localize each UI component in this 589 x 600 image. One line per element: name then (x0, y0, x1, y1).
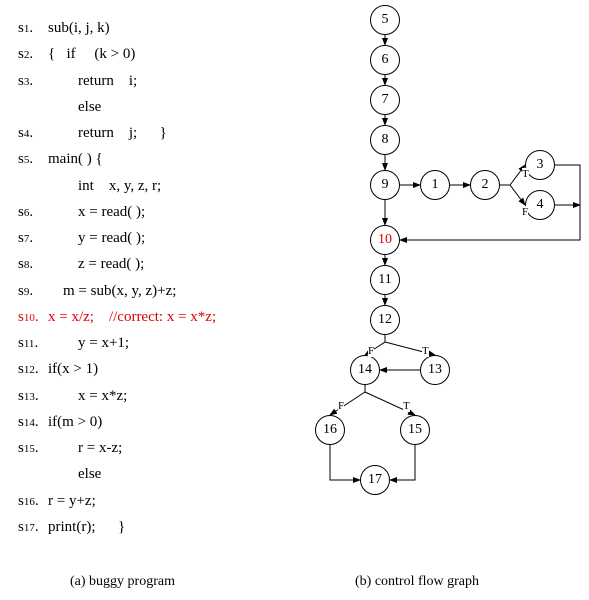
code-line: s14.if(m > 0) (18, 412, 260, 432)
code-line: else (18, 464, 260, 484)
code-text: if(m > 0) (48, 412, 102, 432)
code-line: s3. return i; (18, 71, 260, 91)
code-listing: s1.sub(i, j, k)s2.{ if (k > 0)s3. return… (18, 18, 260, 537)
graph-node-11: 11 (370, 265, 400, 295)
line-number: s14. (18, 412, 48, 432)
graph-node-14: 14 (350, 355, 380, 385)
code-line: s10.x = x/z; //correct: x = x*z; (18, 307, 260, 327)
graph-node-17: 17 (360, 465, 390, 495)
code-line: int x, y, z, r; (18, 176, 260, 196)
code-line: s8. z = read( ); (18, 254, 260, 274)
code-text: return i; (48, 71, 137, 91)
code-text: x = read( ); (48, 202, 145, 222)
code-line: s12.if(x > 1) (18, 359, 260, 379)
code-text: r = x-z; (48, 438, 122, 458)
edge-label: F (522, 206, 528, 218)
code-text: z = read( ); (48, 254, 144, 274)
edge-label: T (422, 345, 429, 357)
line-number: s4. (18, 123, 48, 143)
graph-node-8: 8 (370, 125, 400, 155)
code-line: s17.print(r); } (18, 517, 260, 537)
graph-node-5: 5 (370, 5, 400, 35)
line-number: s2. (18, 44, 48, 64)
line-number: s15. (18, 438, 48, 458)
code-text: else (48, 97, 101, 117)
code-text: else (48, 464, 101, 484)
code-line: s2.{ if (k > 0) (18, 44, 260, 64)
edge-label: F (338, 400, 344, 412)
line-number: s5. (18, 149, 48, 169)
line-number: s11. (18, 333, 48, 353)
graph-node-9: 9 (370, 170, 400, 200)
code-text: return j; } (48, 123, 167, 143)
line-number: s1. (18, 18, 48, 38)
graph-node-16: 16 (315, 415, 345, 445)
code-text: { if (k > 0) (48, 44, 135, 64)
flow-graph-edges (260, 0, 589, 600)
code-line: s13. x = x*z; (18, 386, 260, 406)
graph-node-4: 4 (525, 190, 555, 220)
graph-node-10: 10 (370, 225, 400, 255)
graph-panel: 5678912341011121314151617 TFTFTF (b) con… (260, 0, 589, 600)
edge-label: F (368, 345, 374, 357)
code-text: if(x > 1) (48, 359, 98, 379)
code-text: int x, y, z, r; (48, 176, 161, 196)
graph-node-3: 3 (525, 150, 555, 180)
graph-node-6: 6 (370, 45, 400, 75)
code-line: s6. x = read( ); (18, 202, 260, 222)
code-line: s5.main( ) { (18, 149, 260, 169)
graph-node-2: 2 (470, 170, 500, 200)
graph-node-7: 7 (370, 85, 400, 115)
code-line: s15. r = x-z; (18, 438, 260, 458)
code-line: s11. y = x+1; (18, 333, 260, 353)
graph-node-12: 12 (370, 305, 400, 335)
code-text: x = x*z; (48, 386, 127, 406)
line-number: s16. (18, 491, 48, 511)
code-text: y = x+1; (48, 333, 129, 353)
code-text: print(r); } (48, 517, 125, 537)
line-number: s12. (18, 359, 48, 379)
line-number: s10. (18, 307, 48, 327)
code-line: else (18, 97, 260, 117)
code-text: sub(i, j, k) (48, 18, 110, 38)
line-number: s3. (18, 71, 48, 91)
code-text: y = read( ); (48, 228, 145, 248)
line-number: s17. (18, 517, 48, 537)
line-number: s6. (18, 202, 48, 222)
code-line: s16.r = y+z; (18, 491, 260, 511)
line-number: s7. (18, 228, 48, 248)
line-number: s9. (18, 281, 48, 301)
code-text: x = x/z; //correct: x = x*z; (48, 307, 216, 327)
code-text: main( ) { (48, 149, 103, 169)
code-panel: s1.sub(i, j, k)s2.{ if (k > 0)s3. return… (0, 0, 260, 600)
graph-node-13: 13 (420, 355, 450, 385)
line-number: s13. (18, 386, 48, 406)
edge-label: T (522, 168, 529, 180)
graph-node-1: 1 (420, 170, 450, 200)
code-line: s4. return j; } (18, 123, 260, 143)
line-number: s8. (18, 254, 48, 274)
graph-node-15: 15 (400, 415, 430, 445)
code-line: s9. m = sub(x, y, z)+z; (18, 281, 260, 301)
code-line: s7. y = read( ); (18, 228, 260, 248)
code-text: m = sub(x, y, z)+z; (48, 281, 176, 301)
edge-label: T (403, 400, 410, 412)
code-text: r = y+z; (48, 491, 96, 511)
code-line: s1.sub(i, j, k) (18, 18, 260, 38)
caption-a: (a) buggy program (70, 574, 175, 590)
caption-b: (b) control flow graph (355, 574, 479, 590)
